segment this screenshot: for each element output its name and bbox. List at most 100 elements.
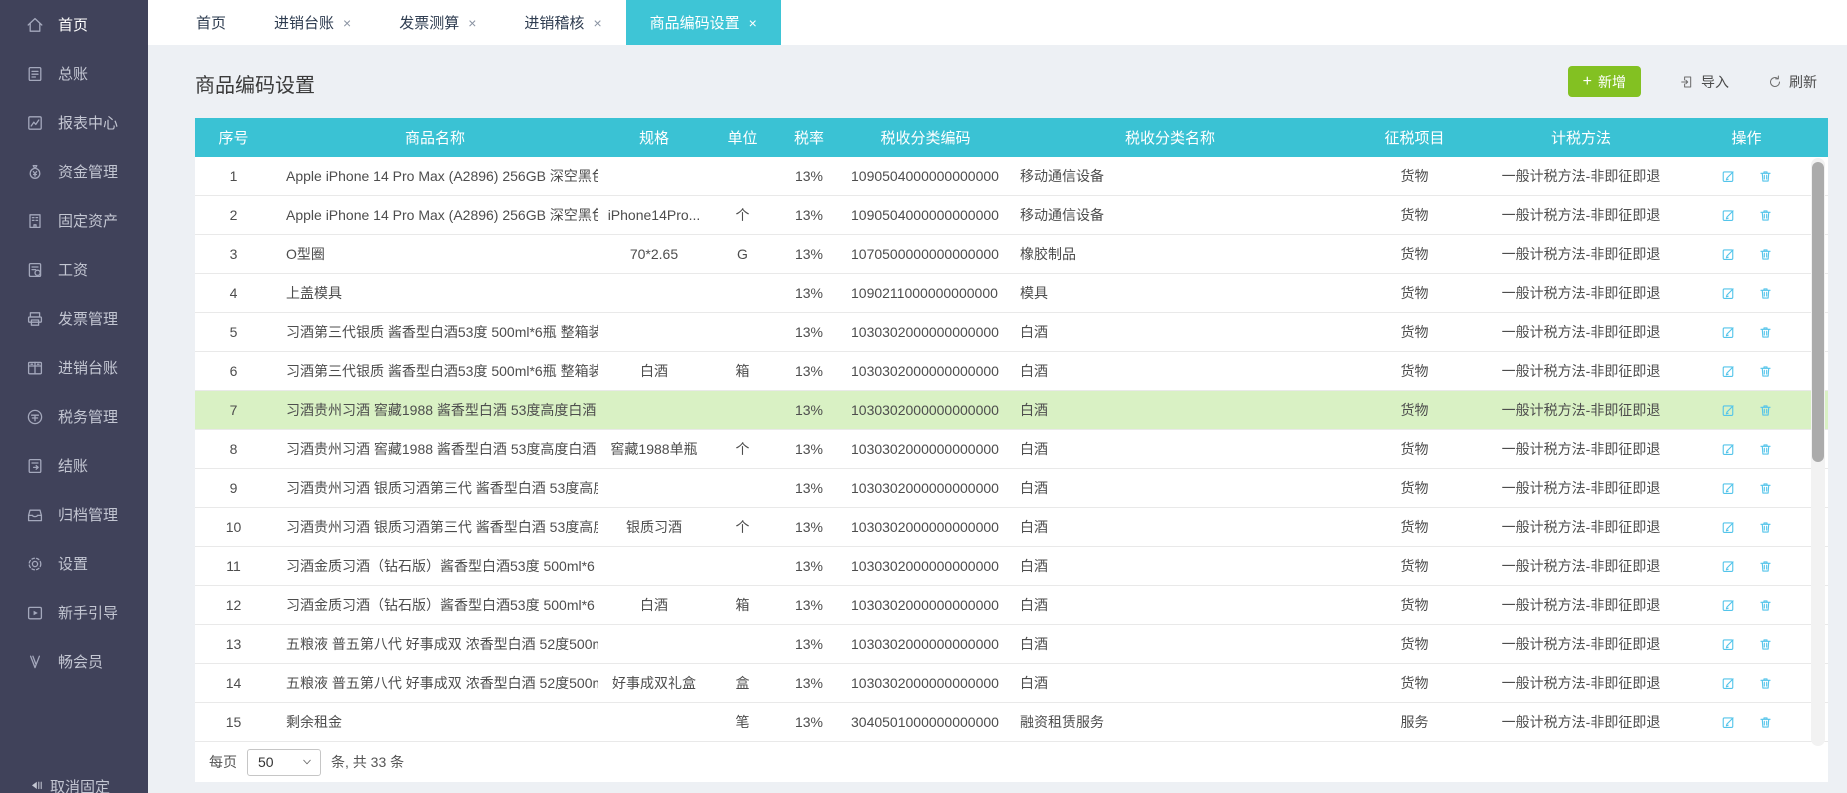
tab-label: 进销台账: [274, 15, 335, 32]
sidebar-item-archive-management[interactable]: 归档管理: [0, 490, 148, 539]
cell-rate: 13%: [794, 597, 824, 613]
table-row[interactable]: 2 Apple iPhone 14 Pro Max (A2896) 256GB 深…: [195, 196, 1828, 235]
cell-seq: 12: [225, 597, 242, 613]
page-header: 商品编码设置 + 新增 导入 刷新: [148, 45, 1847, 118]
sidebar-item-label: 首页: [58, 17, 89, 34]
trash-icon[interactable]: [1757, 558, 1774, 575]
sidebar-item-purchase-sale-ledger[interactable]: 进销台账: [0, 343, 148, 392]
table-row[interactable]: 14 五粮液 普五第八代 好事成双 浓香型白酒 52度500ml 好事成双礼盒 盒 13…: [195, 664, 1828, 703]
tax-management-icon: [25, 407, 45, 427]
trash-icon[interactable]: [1757, 636, 1774, 653]
tab-发票测算[interactable]: 发票测算 ×: [375, 0, 500, 45]
cell-name: Apple iPhone 14 Pro Max (A2896) 256GB 深空…: [286, 168, 598, 184]
sidebar-item-member[interactable]: 畅会员: [0, 637, 148, 686]
table-row[interactable]: 15 剩余租金 笔 13% 3040501000000000000 融资租赁服务 服务 一般计…: [195, 703, 1828, 742]
close-icon[interactable]: ×: [749, 16, 757, 30]
edit-icon[interactable]: [1720, 714, 1737, 731]
cell-name: 剩余租金: [286, 714, 342, 730]
table-row[interactable]: 3 O型圈 70*2.65 G 13% 1070500000000000000 橡胶制品 货物…: [195, 235, 1828, 274]
edit-icon[interactable]: [1720, 207, 1737, 224]
cell-operations: [1665, 391, 1828, 429]
cell-seq: 8: [229, 441, 238, 457]
trash-icon[interactable]: [1757, 324, 1774, 341]
sidebar-item-salary[interactable]: 工资: [0, 245, 148, 294]
edit-icon[interactable]: [1720, 441, 1737, 458]
trash-icon[interactable]: [1757, 519, 1774, 536]
table-row[interactable]: 1 Apple iPhone 14 Pro Max (A2896) 256GB 深…: [195, 157, 1828, 196]
sidebar-item-closing[interactable]: 结账: [0, 441, 148, 490]
cell-method: 一般计税方法-非即征即退: [1501, 285, 1661, 301]
cell-spec: [598, 313, 710, 351]
cell-method: 一般计税方法-非即征即退: [1501, 714, 1661, 730]
trash-icon[interactable]: [1757, 402, 1774, 419]
trash-icon[interactable]: [1757, 480, 1774, 497]
table-row[interactable]: 4 上盖模具 13% 1090211000000000000 模具 货物 一般计税方法-非即…: [195, 274, 1828, 313]
cell-spec: 白酒: [640, 363, 668, 379]
edit-icon[interactable]: [1720, 480, 1737, 497]
cell-category: 融资租赁服务: [1020, 714, 1104, 730]
trash-icon[interactable]: [1757, 168, 1774, 185]
unpin-sidebar-button[interactable]: 取消固定: [30, 776, 110, 793]
table-row[interactable]: 11 习酒金质习酒（钻石版）酱香型白酒53度 500ml*6 整箱装 13% 1030…: [195, 547, 1828, 586]
trash-icon[interactable]: [1757, 246, 1774, 263]
close-icon[interactable]: ×: [593, 16, 601, 30]
beginner-guide-icon: [25, 603, 45, 623]
sidebar-item-invoice-management[interactable]: 发票管理: [0, 294, 148, 343]
edit-icon[interactable]: [1720, 558, 1737, 575]
edit-icon[interactable]: [1720, 675, 1737, 692]
edit-icon[interactable]: [1720, 597, 1737, 614]
table-row[interactable]: 8 习酒贵州习酒 窖藏1988 酱香型白酒 53度高度白酒 年窖藏1988单瓶 个 1…: [195, 430, 1828, 469]
edit-icon[interactable]: [1720, 402, 1737, 419]
cell-name: 五粮液 普五第八代 好事成双 浓香型白酒 52度500ml: [286, 636, 598, 652]
edit-icon[interactable]: [1720, 363, 1737, 380]
vertical-scrollbar-track[interactable]: [1811, 158, 1825, 746]
sidebar-item-tax-management[interactable]: 税务管理: [0, 392, 148, 441]
cell-category: 移动通信设备: [1020, 168, 1104, 184]
per-page-select[interactable]: 50: [247, 748, 321, 776]
add-button[interactable]: + 新增: [1567, 66, 1641, 97]
close-icon[interactable]: ×: [343, 16, 351, 30]
table-row[interactable]: 7 习酒贵州习酒 窖藏1988 酱香型白酒 53度高度白酒 年 13% 1030302…: [195, 391, 1828, 430]
cell-operations: [1665, 586, 1828, 624]
tab-进销台账[interactable]: 进销台账 ×: [250, 0, 375, 45]
tab-商品编码设置[interactable]: 商品编码设置 ×: [625, 0, 781, 45]
edit-icon[interactable]: [1720, 324, 1737, 341]
sidebar-item-fixed-assets[interactable]: 固定资产: [0, 196, 148, 245]
tab-首页[interactable]: 首页: [172, 0, 250, 45]
refresh-button[interactable]: 刷新: [1767, 72, 1817, 92]
cell-code: 1030302000000000000: [851, 324, 999, 340]
sidebar-item-home[interactable]: 首页: [0, 0, 148, 49]
sidebar-item-settings-gear[interactable]: 设置: [0, 539, 148, 588]
table-row[interactable]: 12 习酒金质习酒（钻石版）酱香型白酒53度 500ml*6 整箱装 白酒 箱 13% 1…: [195, 586, 1828, 625]
cell-spec: [598, 469, 710, 507]
trash-icon[interactable]: [1757, 714, 1774, 731]
sidebar-item-report-center[interactable]: 报表中心: [0, 98, 148, 147]
trash-icon[interactable]: [1757, 207, 1774, 224]
edit-icon[interactable]: [1720, 168, 1737, 185]
edit-icon[interactable]: [1720, 519, 1737, 536]
cell-category: 白酒: [1020, 558, 1048, 574]
tab-进销稽核[interactable]: 进销稽核 ×: [500, 0, 625, 45]
edit-icon[interactable]: [1720, 285, 1737, 302]
sidebar-item-beginner-guide[interactable]: 新手引导: [0, 588, 148, 637]
sidebar-item-general-ledger[interactable]: 总账: [0, 49, 148, 98]
sidebar-item-label: 报表中心: [58, 115, 119, 132]
trash-icon[interactable]: [1757, 285, 1774, 302]
edit-icon[interactable]: [1720, 246, 1737, 263]
close-icon[interactable]: ×: [468, 16, 476, 30]
trash-icon[interactable]: [1757, 363, 1774, 380]
cell-spec: 70*2.65: [629, 246, 679, 262]
edit-icon[interactable]: [1720, 636, 1737, 653]
import-button[interactable]: 导入: [1679, 72, 1729, 92]
cell-item: 货物: [1400, 207, 1429, 223]
table-row[interactable]: 10 习酒贵州习酒 银质习酒第三代 酱香型白酒 53度高度白酒 银质习酒 个 13% 10…: [195, 508, 1828, 547]
vertical-scrollbar-thumb[interactable]: [1812, 162, 1824, 462]
table-row[interactable]: 9 习酒贵州习酒 银质习酒第三代 酱香型白酒 53度高度白酒 13% 10303020…: [195, 469, 1828, 508]
trash-icon[interactable]: [1757, 597, 1774, 614]
table-row[interactable]: 13 五粮液 普五第八代 好事成双 浓香型白酒 52度500ml 13% 103030…: [195, 625, 1828, 664]
table-row[interactable]: 6 习酒第三代银质 酱香型白酒53度 500ml*6瓶 整箱装 白酒 箱 13% 1030…: [195, 352, 1828, 391]
trash-icon[interactable]: [1757, 441, 1774, 458]
table-row[interactable]: 5 习酒第三代银质 酱香型白酒53度 500ml*6瓶 整箱装 13% 1030302…: [195, 313, 1828, 352]
trash-icon[interactable]: [1757, 675, 1774, 692]
sidebar-item-fund-management[interactable]: 资金管理: [0, 147, 148, 196]
